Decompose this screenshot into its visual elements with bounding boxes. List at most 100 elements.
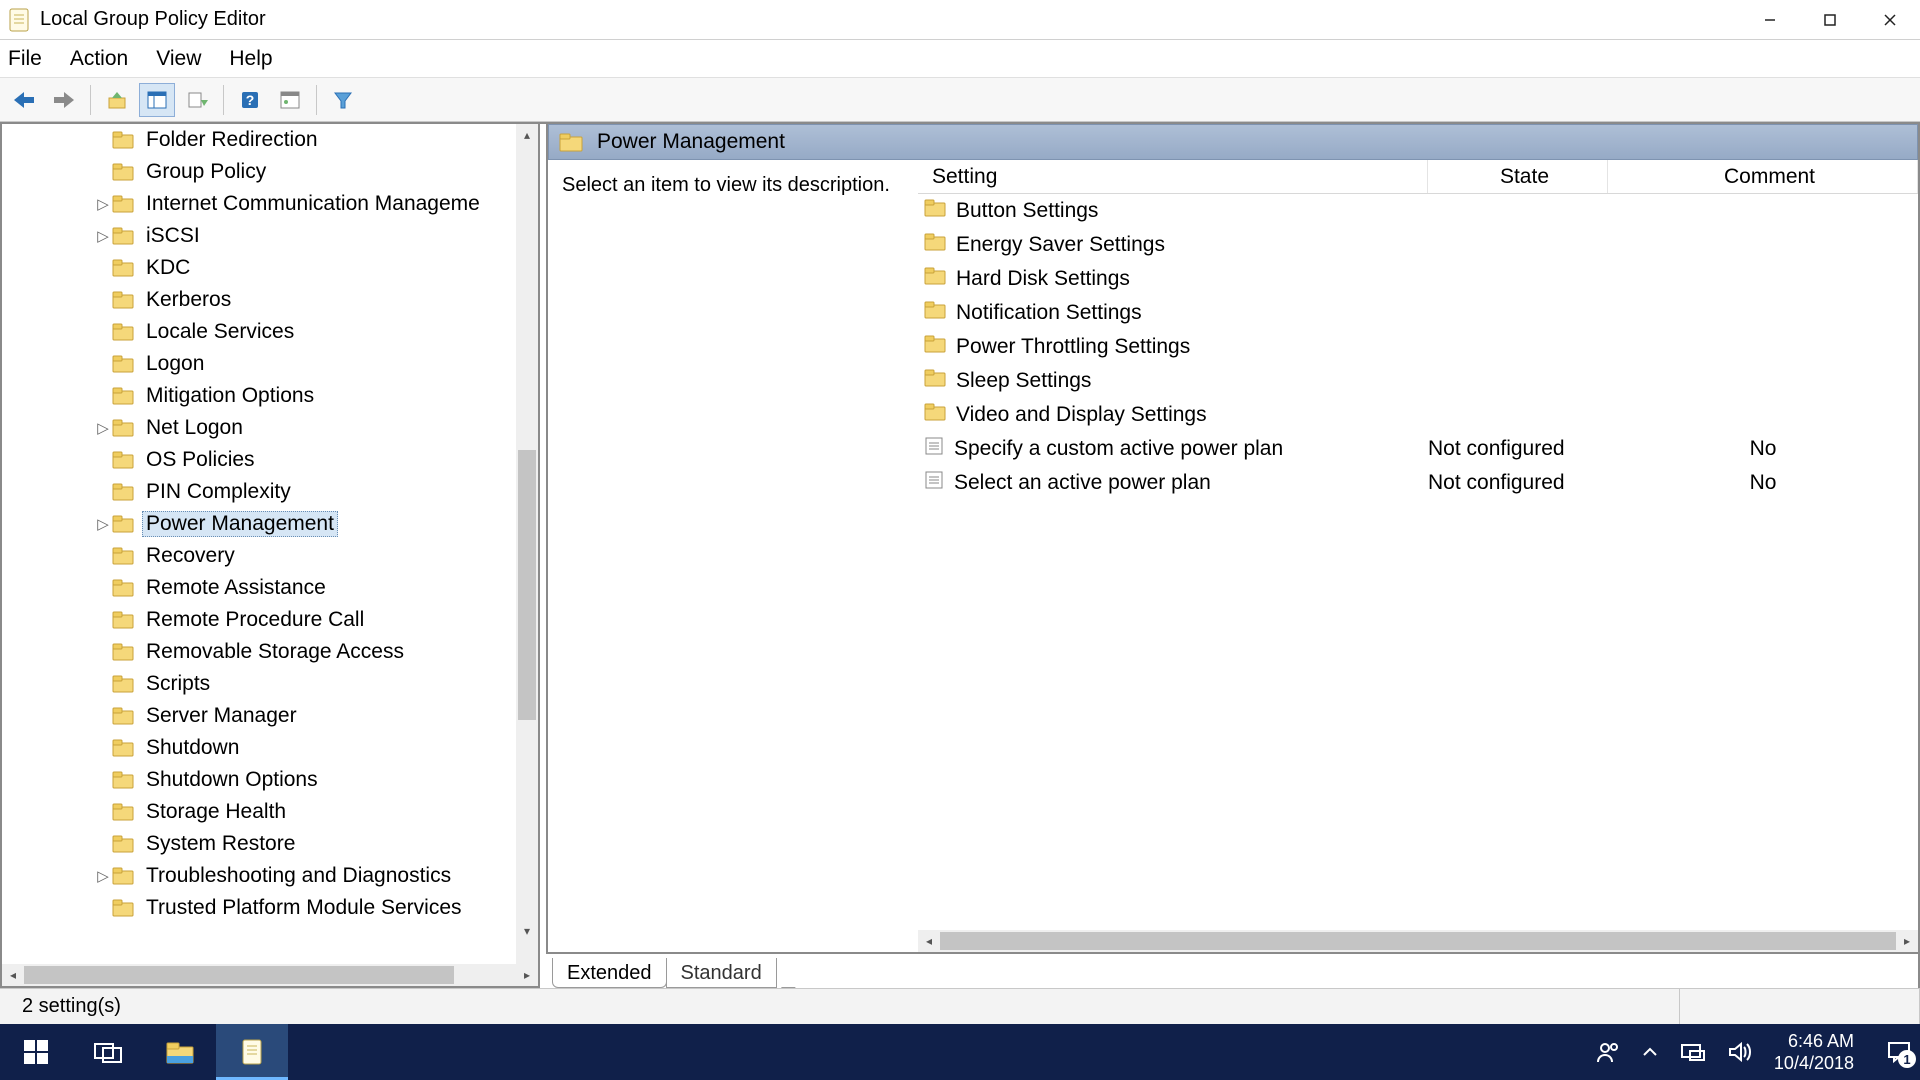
folder-icon <box>924 403 946 427</box>
folder-icon <box>924 199 946 223</box>
column-setting[interactable]: Setting <box>918 160 1428 193</box>
tree-item[interactable]: KDC <box>2 252 516 284</box>
tree-item-label: Removable Storage Access <box>142 640 408 664</box>
menu-view[interactable]: View <box>156 47 201 71</box>
maximize-button[interactable] <box>1800 0 1860 40</box>
tree-item[interactable]: PIN Complexity <box>2 476 516 508</box>
list-row[interactable]: Hard Disk Settings <box>918 262 1918 296</box>
tree-item-label: Mitigation Options <box>142 384 318 408</box>
tree-item[interactable]: Mitigation Options <box>2 380 516 412</box>
scroll-thumb[interactable] <box>24 966 454 984</box>
tree-item-label: Locale Services <box>142 320 298 344</box>
tree-item[interactable]: ▷iSCSI <box>2 220 516 252</box>
tree-item-label: System Restore <box>142 832 299 856</box>
action-center-icon[interactable]: 1 <box>1886 1040 1912 1064</box>
export-button[interactable] <box>179 83 215 117</box>
task-view-button[interactable] <box>72 1024 144 1080</box>
list-row[interactable]: Power Throttling Settings <box>918 330 1918 364</box>
setting-icon <box>924 436 944 462</box>
tray-overflow-icon[interactable] <box>1642 1044 1658 1060</box>
filter-button[interactable] <box>325 83 361 117</box>
scroll-right-icon[interactable]: ▸ <box>1896 934 1918 948</box>
scroll-left-icon[interactable]: ◂ <box>918 934 940 948</box>
list-row[interactable]: Button Settings <box>918 194 1918 228</box>
tree-item[interactable]: Storage Health <box>2 796 516 828</box>
options-button[interactable] <box>272 83 308 117</box>
tree-item[interactable]: Logon <box>2 348 516 380</box>
tree-item[interactable]: Group Policy <box>2 156 516 188</box>
close-button[interactable] <box>1860 0 1920 40</box>
folder-icon <box>112 547 134 565</box>
tree-item-label: Logon <box>142 352 208 376</box>
scroll-thumb[interactable] <box>518 450 536 720</box>
start-button[interactable] <box>0 1024 72 1080</box>
expander-icon[interactable]: ▷ <box>94 867 112 885</box>
minimize-button[interactable] <box>1740 0 1800 40</box>
tree-item[interactable]: System Restore <box>2 828 516 860</box>
tree-item[interactable]: Trusted Platform Module Services <box>2 892 516 924</box>
list-row[interactable]: Sleep Settings <box>918 364 1918 398</box>
tree-item[interactable]: Removable Storage Access <box>2 636 516 668</box>
scroll-up-icon[interactable]: ▴ <box>516 124 538 146</box>
tree-item[interactable]: ▷Internet Communication Manageme <box>2 188 516 220</box>
file-explorer-button[interactable] <box>144 1024 216 1080</box>
list-row[interactable]: Select an active power planNot configure… <box>918 466 1918 500</box>
expander-icon[interactable]: ▷ <box>94 419 112 437</box>
scroll-left-icon[interactable]: ◂ <box>2 968 24 982</box>
list-hscrollbar[interactable]: ◂ ▸ <box>918 930 1918 952</box>
tree-hscrollbar[interactable]: ◂ ▸ <box>2 964 538 986</box>
expander-icon[interactable]: ▷ <box>94 195 112 213</box>
list-header: Setting State Comment <box>918 160 1918 194</box>
tree-item[interactable]: ▷Power Management <box>2 508 516 540</box>
tree-item[interactable]: Shutdown <box>2 732 516 764</box>
up-level-button[interactable] <box>99 83 135 117</box>
menu-help[interactable]: Help <box>229 47 272 71</box>
help-button[interactable]: ? <box>232 83 268 117</box>
tree-item[interactable]: ▷Troubleshooting and Diagnostics <box>2 860 516 892</box>
setting-label: Hard Disk Settings <box>956 267 1130 291</box>
folder-icon <box>924 335 946 359</box>
show-tree-button[interactable] <box>139 83 175 117</box>
tree-item[interactable]: Folder Redirection <box>2 124 516 156</box>
tree-item[interactable]: Scripts <box>2 668 516 700</box>
toolbar-separator <box>90 85 91 115</box>
scroll-thumb[interactable] <box>940 932 1896 950</box>
nav-back-button[interactable] <box>6 83 42 117</box>
tree-item[interactable]: Recovery <box>2 540 516 572</box>
column-state[interactable]: State <box>1428 160 1608 193</box>
column-comment[interactable]: Comment <box>1608 160 1918 193</box>
tree-item[interactable]: ▷Net Logon <box>2 412 516 444</box>
expander-icon[interactable]: ▷ <box>94 227 112 245</box>
clock[interactable]: 6:46 AM 10/4/2018 <box>1774 1030 1864 1074</box>
tree-item[interactable]: Locale Services <box>2 316 516 348</box>
expander-icon[interactable]: ▷ <box>94 515 112 533</box>
list-row[interactable]: Specify a custom active power planNot co… <box>918 432 1918 466</box>
menu-file[interactable]: File <box>8 47 42 71</box>
tree-item[interactable]: Remote Procedure Call <box>2 604 516 636</box>
tree-item[interactable]: OS Policies <box>2 444 516 476</box>
volume-icon[interactable] <box>1728 1042 1752 1062</box>
scroll-right-icon[interactable]: ▸ <box>516 968 538 982</box>
status-empty <box>1680 989 1920 1024</box>
list-row[interactable]: Energy Saver Settings <box>918 228 1918 262</box>
list-row[interactable]: Video and Display Settings <box>918 398 1918 432</box>
nav-forward-button[interactable] <box>46 83 82 117</box>
tree-item[interactable]: Shutdown Options <box>2 764 516 796</box>
tab-extended[interactable]: Extended <box>552 958 667 988</box>
tree-item[interactable]: Remote Assistance <box>2 572 516 604</box>
tree-item-label: Storage Health <box>142 800 290 824</box>
menu-action[interactable]: Action <box>70 47 128 71</box>
status-empty <box>1440 989 1680 1024</box>
scroll-down-icon[interactable]: ▾ <box>516 920 538 942</box>
state-label: Not configured <box>1428 471 1608 495</box>
people-icon[interactable] <box>1596 1040 1620 1064</box>
gpedit-taskbar-button[interactable] <box>216 1024 288 1080</box>
folder-icon <box>112 675 134 693</box>
tab-standard[interactable]: Standard <box>666 958 777 988</box>
tree-item-label: Trusted Platform Module Services <box>142 896 466 920</box>
tree-item[interactable]: Server Manager <box>2 700 516 732</box>
tree-vscrollbar[interactable]: ▴ ▾ <box>516 124 538 964</box>
network-icon[interactable] <box>1680 1042 1706 1062</box>
list-row[interactable]: Notification Settings <box>918 296 1918 330</box>
tree-item[interactable]: Kerberos <box>2 284 516 316</box>
